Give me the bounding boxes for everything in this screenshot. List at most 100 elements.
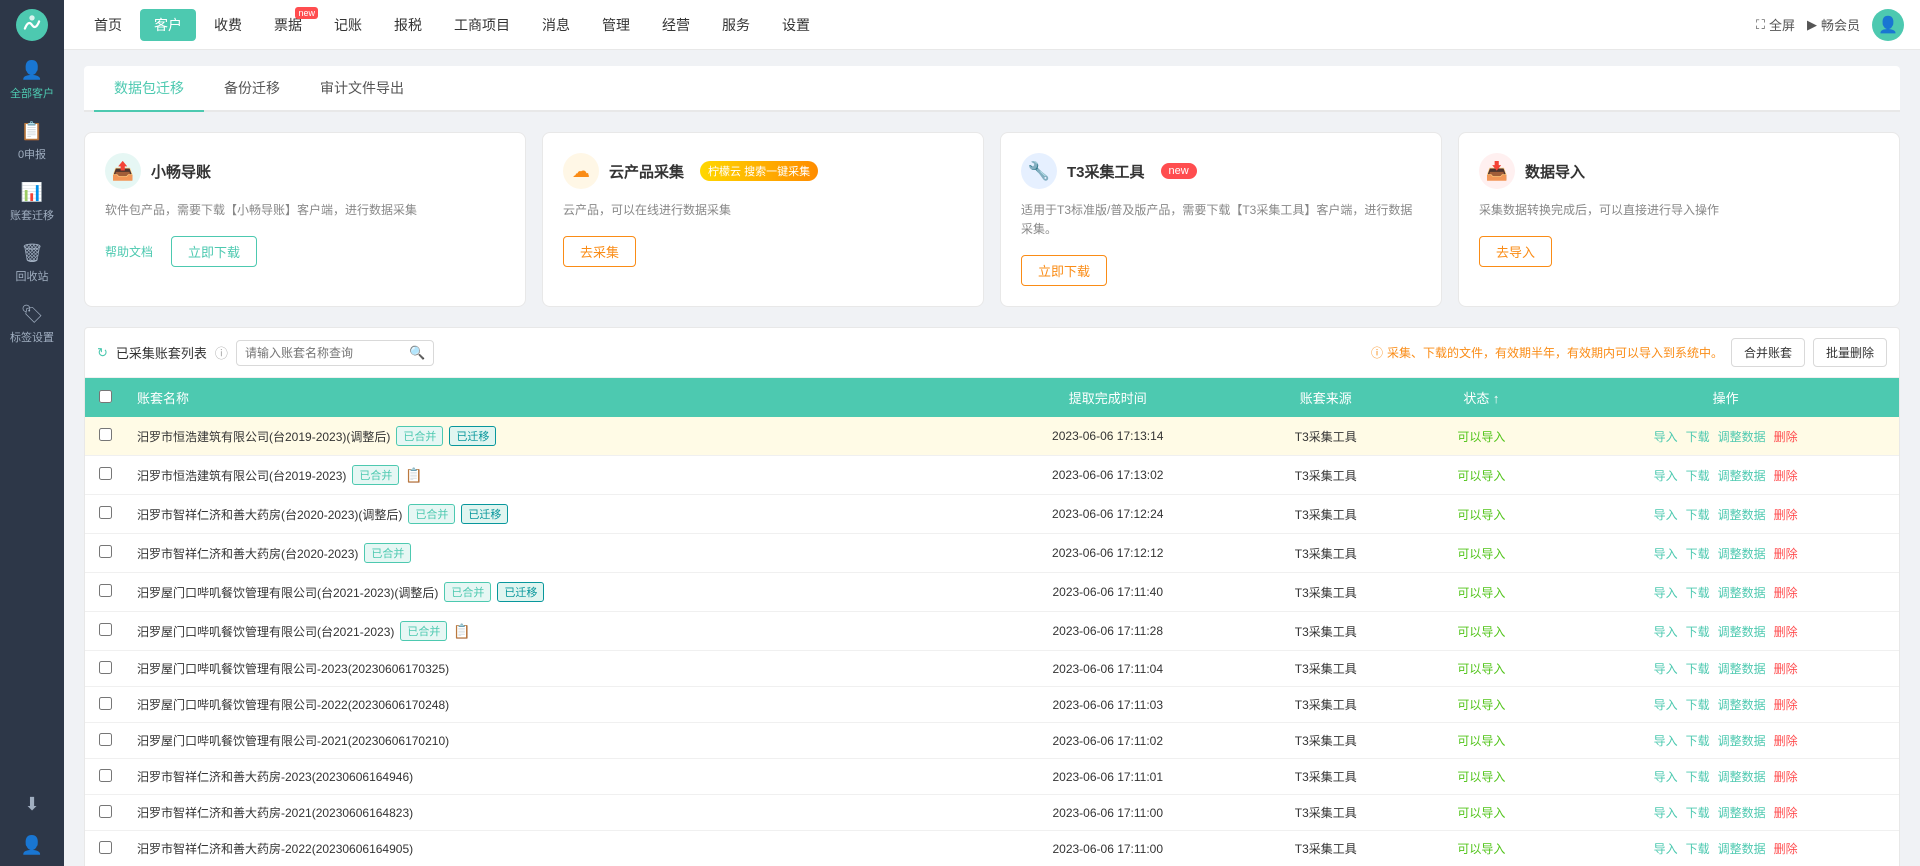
row-action-delete[interactable]: 删除 — [1774, 430, 1798, 444]
row-copy-icon[interactable]: 📋 — [453, 623, 470, 640]
row-action-delete[interactable]: 删除 — [1774, 770, 1798, 784]
nav-tax[interactable]: 报税 — [380, 9, 436, 41]
row-checkbox[interactable] — [99, 584, 112, 597]
row-checkbox[interactable] — [99, 545, 112, 558]
nav-fee[interactable]: 收费 — [200, 9, 256, 41]
row-action-import[interactable]: 导入 — [1654, 625, 1678, 639]
row-checkbox[interactable] — [99, 733, 112, 746]
row-action-download[interactable]: 下载 — [1686, 698, 1710, 712]
card-btn-import[interactable]: 去导入 — [1479, 236, 1552, 267]
search-box[interactable]: 🔍 — [236, 340, 434, 366]
card-link-1[interactable]: 帮助文档 — [105, 243, 153, 260]
nav-industry[interactable]: 工商项目 — [440, 9, 524, 41]
row-action-delete[interactable]: 删除 — [1774, 586, 1798, 600]
member-button[interactable]: ▶ 畅会员 — [1807, 15, 1860, 34]
search-input[interactable] — [245, 346, 405, 360]
row-checkbox[interactable] — [99, 506, 112, 519]
row-action-adjust[interactable]: 调整数据 — [1718, 698, 1766, 712]
nav-home[interactable]: 首页 — [80, 9, 136, 41]
row-action-import[interactable]: 导入 — [1654, 770, 1678, 784]
row-checkbox[interactable] — [99, 769, 112, 782]
avatar[interactable]: 👤 — [1872, 9, 1904, 41]
row-action-delete[interactable]: 删除 — [1774, 806, 1798, 820]
row-action-download[interactable]: 下载 — [1686, 586, 1710, 600]
help-icon[interactable]: ⓘ — [215, 343, 228, 362]
nav-management[interactable]: 管理 — [588, 9, 644, 41]
row-action-delete[interactable]: 删除 — [1774, 508, 1798, 522]
row-action-adjust[interactable]: 调整数据 — [1718, 586, 1766, 600]
sidebar-item-recycle[interactable]: 🗑 回收站 — [0, 233, 64, 294]
row-copy-icon[interactable]: 📋 — [405, 467, 422, 484]
card-btn-download-t3[interactable]: 立即下载 — [1021, 255, 1107, 286]
row-checkbox[interactable] — [99, 661, 112, 674]
row-action-adjust[interactable]: 调整数据 — [1718, 469, 1766, 483]
tab-backup-migrate[interactable]: 备份迁移 — [204, 66, 300, 112]
row-action-import[interactable]: 导入 — [1654, 842, 1678, 856]
row-action-import[interactable]: 导入 — [1654, 806, 1678, 820]
row-action-delete[interactable]: 删除 — [1774, 662, 1798, 676]
row-action-download[interactable]: 下载 — [1686, 806, 1710, 820]
row-action-adjust[interactable]: 调整数据 — [1718, 842, 1766, 856]
row-action-adjust[interactable]: 调整数据 — [1718, 806, 1766, 820]
row-action-download[interactable]: 下载 — [1686, 625, 1710, 639]
row-action-download[interactable]: 下载 — [1686, 662, 1710, 676]
nav-message[interactable]: 消息 — [528, 9, 584, 41]
row-action-delete[interactable]: 删除 — [1774, 734, 1798, 748]
row-action-download[interactable]: 下载 — [1686, 547, 1710, 561]
refresh-icon[interactable]: ↻ — [97, 345, 108, 361]
row-checkbox[interactable] — [99, 467, 112, 480]
row-action-adjust[interactable]: 调整数据 — [1718, 547, 1766, 561]
tab-audit-export[interactable]: 审计文件导出 — [300, 66, 424, 112]
row-action-import[interactable]: 导入 — [1654, 586, 1678, 600]
row-action-adjust[interactable]: 调整数据 — [1718, 625, 1766, 639]
row-action-adjust[interactable]: 调整数据 — [1718, 430, 1766, 444]
row-action-import[interactable]: 导入 — [1654, 469, 1678, 483]
row-action-download[interactable]: 下载 — [1686, 469, 1710, 483]
row-action-adjust[interactable]: 调整数据 — [1718, 662, 1766, 676]
nav-service[interactable]: 服务 — [708, 9, 764, 41]
select-all-checkbox[interactable] — [99, 390, 112, 403]
row-action-download[interactable]: 下载 — [1686, 734, 1710, 748]
merge-accounts-button[interactable]: 合并账套 — [1731, 338, 1805, 367]
sidebar-item-all-clients[interactable]: 👤 全部客户 — [0, 50, 64, 111]
row-action-adjust[interactable]: 调整数据 — [1718, 734, 1766, 748]
row-action-download[interactable]: 下载 — [1686, 842, 1710, 856]
sidebar-item-label-settings[interactable]: 🏷 标签设置 — [0, 294, 64, 355]
row-action-delete[interactable]: 删除 — [1774, 698, 1798, 712]
row-checkbox[interactable] — [99, 805, 112, 818]
row-checkbox[interactable] — [99, 841, 112, 854]
sidebar-item-zero-report[interactable]: 📋 0申报 — [0, 111, 64, 172]
row-action-import[interactable]: 导入 — [1654, 430, 1678, 444]
row-action-download[interactable]: 下载 — [1686, 508, 1710, 522]
nav-settings[interactable]: 设置 — [768, 9, 824, 41]
row-action-delete[interactable]: 删除 — [1774, 547, 1798, 561]
tab-data-migrate[interactable]: 数据包迁移 — [94, 66, 204, 112]
row-checkbox[interactable] — [99, 697, 112, 710]
fullscreen-button[interactable]: ⛶ 全屏 — [1756, 15, 1795, 34]
batch-delete-button[interactable]: 批量删除 — [1813, 338, 1887, 367]
nav-operation[interactable]: 经营 — [648, 9, 704, 41]
row-action-delete[interactable]: 删除 — [1774, 842, 1798, 856]
row-action-import[interactable]: 导入 — [1654, 547, 1678, 561]
row-action-delete[interactable]: 删除 — [1774, 625, 1798, 639]
sidebar-logo[interactable] — [0, 0, 64, 50]
row-action-import[interactable]: 导入 — [1654, 662, 1678, 676]
card-btn-collect[interactable]: 去采集 — [563, 236, 636, 267]
card-btn-download-1[interactable]: 立即下载 — [171, 236, 257, 267]
row-action-import[interactable]: 导入 — [1654, 698, 1678, 712]
sidebar-item-account-migrate[interactable]: 📊 账套迁移 — [0, 172, 64, 233]
row-action-download[interactable]: 下载 — [1686, 770, 1710, 784]
row-action-adjust[interactable]: 调整数据 — [1718, 770, 1766, 784]
row-action-download[interactable]: 下载 — [1686, 430, 1710, 444]
sidebar-item-download[interactable]: ⬇ — [21, 784, 43, 825]
nav-client[interactable]: 客户 — [140, 9, 196, 41]
row-checkbox[interactable] — [99, 428, 112, 441]
row-action-import[interactable]: 导入 — [1654, 508, 1678, 522]
sidebar-item-user-bottom[interactable]: 👤 — [21, 825, 43, 866]
row-checkbox[interactable] — [99, 623, 112, 636]
nav-invoice[interactable]: 票据 new — [260, 9, 316, 41]
search-icon[interactable]: 🔍 — [409, 345, 425, 361]
row-action-adjust[interactable]: 调整数据 — [1718, 508, 1766, 522]
row-action-import[interactable]: 导入 — [1654, 734, 1678, 748]
row-action-delete[interactable]: 删除 — [1774, 469, 1798, 483]
